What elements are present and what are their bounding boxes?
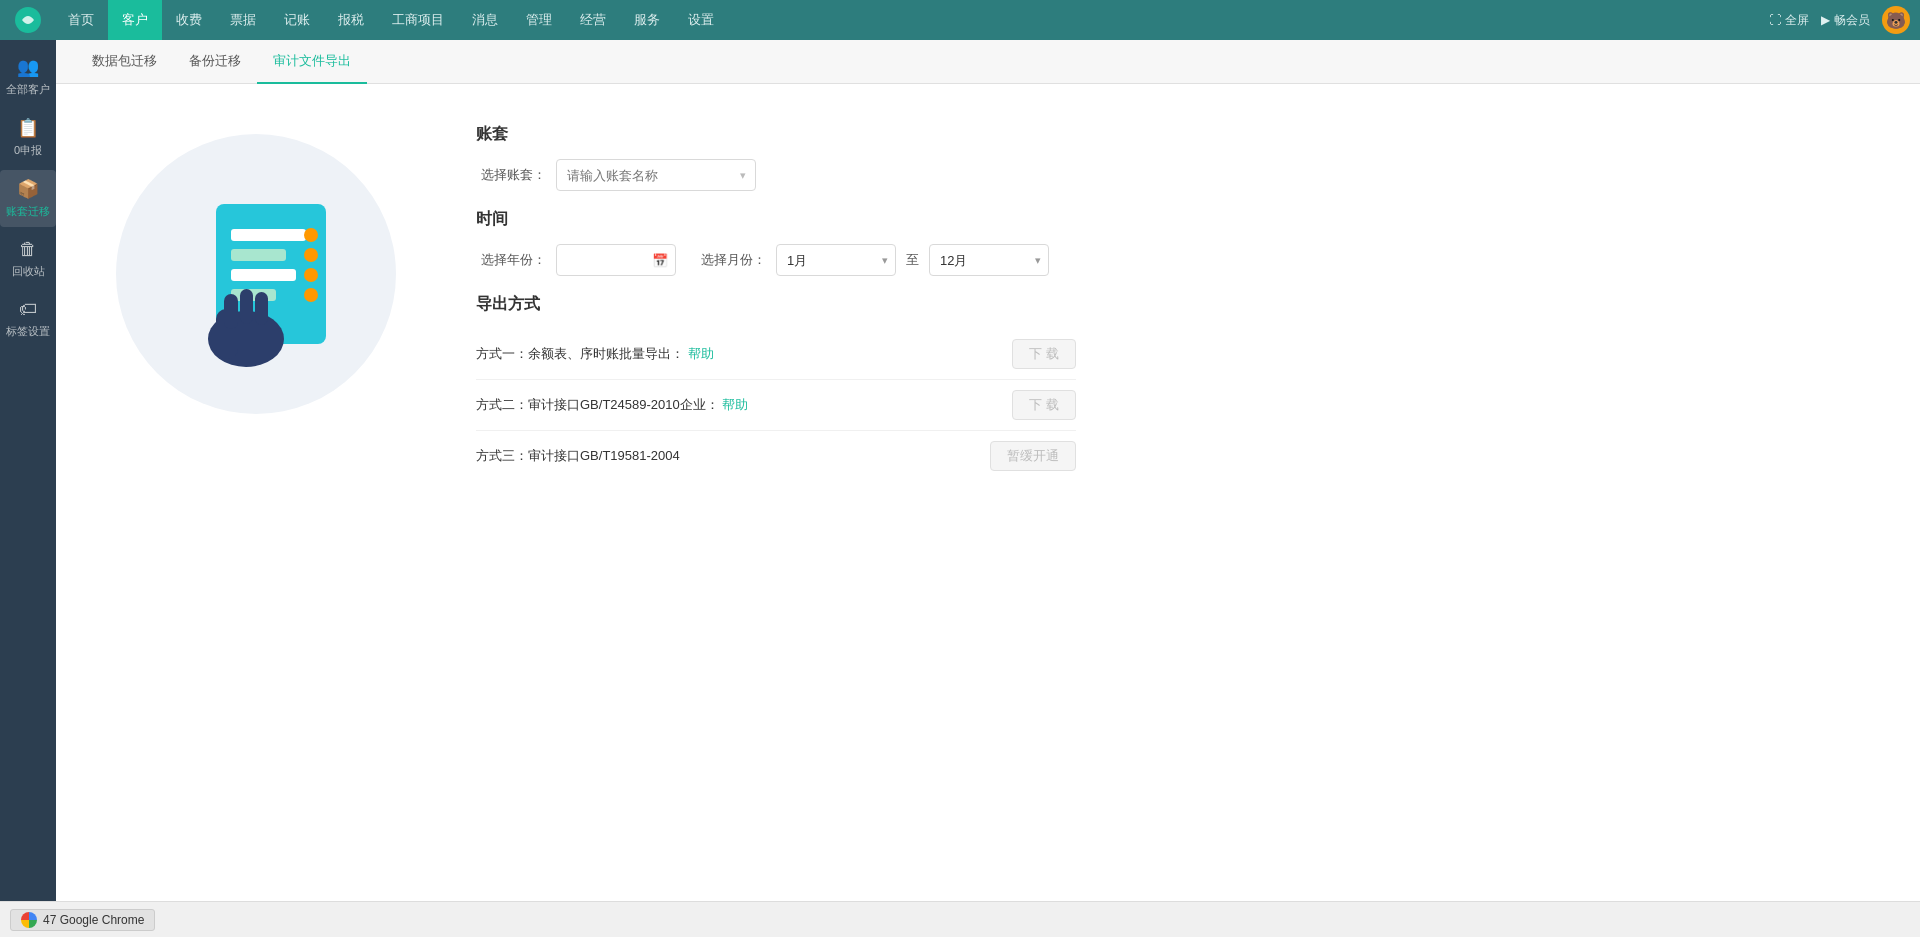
- tab-data-migration[interactable]: 数据包迁移: [76, 40, 173, 84]
- sidebar-item-recycle[interactable]: 🗑 回收站: [0, 231, 56, 287]
- sidebar-item-label-recycle: 回收站: [12, 264, 45, 279]
- main-content: 账套 选择账套： 时间 选择年份： 2023 📅 选择月份：: [56, 84, 1920, 901]
- export-method-3-row: 方式三：审计接口GB/T19581-2004 暂缓开通: [476, 431, 1076, 481]
- nav-operation[interactable]: 经营: [566, 0, 620, 40]
- time-section-title: 时间: [476, 209, 1076, 230]
- month-end-select[interactable]: 1月2月3月4月 5月6月7月8月 9月10月11月 12月: [929, 244, 1049, 276]
- sidebar-item-account-migration[interactable]: 📦 账套迁移: [0, 170, 56, 227]
- account-select-wrapper: [556, 159, 756, 191]
- export-method-3-label: 方式三：审计接口GB/T19581-2004: [476, 447, 990, 465]
- account-select-label: 选择账套：: [476, 166, 546, 184]
- nav-settings[interactable]: 设置: [674, 0, 728, 40]
- year-input[interactable]: 2023: [556, 244, 676, 276]
- svg-point-6: [304, 228, 318, 242]
- nav-manage[interactable]: 管理: [512, 0, 566, 40]
- chrome-icon: [21, 912, 37, 928]
- nav-account[interactable]: 记账: [270, 0, 324, 40]
- nav-invoice[interactable]: 票据: [216, 0, 270, 40]
- export-method-2-help[interactable]: 帮助: [722, 397, 748, 412]
- main-layout: 👥 全部客户 📋 0申报 📦 账套迁移 🗑 回收站 🏷 标签设置 数据包迁移 备…: [0, 40, 1920, 901]
- export-method-3-button[interactable]: 暂缓开通: [990, 441, 1076, 471]
- content-area: 数据包迁移 备份迁移 审计文件导出: [56, 40, 1920, 901]
- nav-fee[interactable]: 收费: [162, 0, 216, 40]
- account-form-row: 选择账套：: [476, 159, 1076, 191]
- app-logo: [10, 2, 46, 38]
- sidebar-item-label-migration: 账套迁移: [6, 204, 50, 219]
- member-icon: ▶: [1821, 13, 1830, 27]
- sidebar-item-label-customers: 全部客户: [6, 82, 50, 97]
- export-method-2-button[interactable]: 下 载: [1012, 390, 1076, 420]
- export-method-1-row: 方式一：余额表、序时账批量导出： 帮助 下 载: [476, 329, 1076, 380]
- user-avatar[interactable]: 🐻: [1882, 6, 1910, 34]
- nav-tax[interactable]: 报税: [324, 0, 378, 40]
- nav-customer[interactable]: 客户: [108, 0, 162, 40]
- illustration-area: [116, 134, 396, 414]
- zero-declare-icon: 📋: [17, 117, 39, 139]
- month-label: 选择月份：: [686, 251, 766, 269]
- year-label: 选择年份：: [476, 251, 546, 269]
- svg-rect-12: [224, 294, 238, 329]
- recycle-icon: 🗑: [19, 239, 37, 260]
- nav-business[interactable]: 工商项目: [378, 0, 458, 40]
- tabs-row: 数据包迁移 备份迁移 审计文件导出: [56, 40, 1920, 84]
- time-form-row: 选择年份： 2023 📅 选择月份： 1月2月3月4月 5月6月7月8月 9月1…: [476, 244, 1076, 276]
- account-section-title: 账套: [476, 124, 1076, 145]
- tab-audit-export[interactable]: 审计文件导出: [257, 40, 367, 84]
- sidebar-item-all-customers[interactable]: 👥 全部客户: [0, 48, 56, 105]
- tab-backup-migration[interactable]: 备份迁移: [173, 40, 257, 84]
- svg-rect-13: [240, 289, 253, 324]
- fullscreen-icon: ⛶: [1769, 13, 1781, 27]
- account-select-input[interactable]: [556, 159, 756, 191]
- svg-point-9: [304, 288, 318, 302]
- sidebar-item-label-zero-declare: 0申报: [14, 143, 42, 158]
- svg-rect-2: [231, 229, 306, 241]
- taskbar-chrome[interactable]: 47 Google Chrome: [10, 909, 155, 931]
- nav-service[interactable]: 服务: [620, 0, 674, 40]
- nav-message[interactable]: 消息: [458, 0, 512, 40]
- account-migration-icon: 📦: [17, 178, 39, 200]
- svg-point-8: [304, 268, 318, 282]
- sidebar-item-zero-declare[interactable]: 📋 0申报: [0, 109, 56, 166]
- export-method-2-label: 方式二：审计接口GB/T24589-2010企业： 帮助: [476, 396, 1012, 414]
- export-method-1-button[interactable]: 下 载: [1012, 339, 1076, 369]
- month-end-wrapper: 1月2月3月4月 5月6月7月8月 9月10月11月 12月: [929, 244, 1049, 276]
- sidebar-item-tag-settings[interactable]: 🏷 标签设置: [0, 291, 56, 347]
- year-input-wrapper: 2023 📅: [556, 244, 676, 276]
- month-start-select[interactable]: 1月2月3月4月 5月6月7月8月 9月10月11月12月: [776, 244, 896, 276]
- nav-home[interactable]: 首页: [54, 0, 108, 40]
- to-label: 至: [906, 251, 919, 269]
- sidebar: 👥 全部客户 📋 0申报 📦 账套迁移 🗑 回收站 🏷 标签设置: [0, 40, 56, 901]
- form-area: 账套 选择账套： 时间 选择年份： 2023 📅 选择月份：: [476, 124, 1076, 481]
- all-customers-icon: 👥: [17, 56, 39, 78]
- top-nav: 首页 客户 收费 票据 记账 报税 工商项目 消息 管理 经营 服务 设置 ⛶ …: [0, 0, 1920, 40]
- nav-right: ⛶ 全屏 ▶ 畅会员 🐻: [1769, 6, 1910, 34]
- svg-rect-3: [231, 249, 286, 261]
- fullscreen-button[interactable]: ⛶ 全屏: [1769, 12, 1809, 29]
- taskbar: 47 Google Chrome: [0, 901, 1920, 937]
- export-method-1-label: 方式一：余额表、序时账批量导出： 帮助: [476, 345, 1012, 363]
- taskbar-chrome-label: 47 Google Chrome: [43, 913, 144, 927]
- export-method-1-help[interactable]: 帮助: [688, 346, 714, 361]
- svg-rect-4: [231, 269, 296, 281]
- member-button[interactable]: ▶ 畅会员: [1821, 12, 1870, 29]
- export-section-title: 导出方式: [476, 294, 1076, 315]
- tag-icon: 🏷: [19, 299, 37, 320]
- sidebar-item-label-tag: 标签设置: [6, 324, 50, 339]
- member-label: 畅会员: [1834, 12, 1870, 29]
- illustration-circle: [116, 134, 396, 414]
- export-method-2-row: 方式二：审计接口GB/T24589-2010企业： 帮助 下 载: [476, 380, 1076, 431]
- svg-rect-14: [255, 292, 268, 325]
- month-start-wrapper: 1月2月3月4月 5月6月7月8月 9月10月11月12月: [776, 244, 896, 276]
- fullscreen-label: 全屏: [1785, 12, 1809, 29]
- nav-items: 首页 客户 收费 票据 记账 报税 工商项目 消息 管理 经营 服务 设置: [54, 0, 1769, 40]
- svg-point-7: [304, 248, 318, 262]
